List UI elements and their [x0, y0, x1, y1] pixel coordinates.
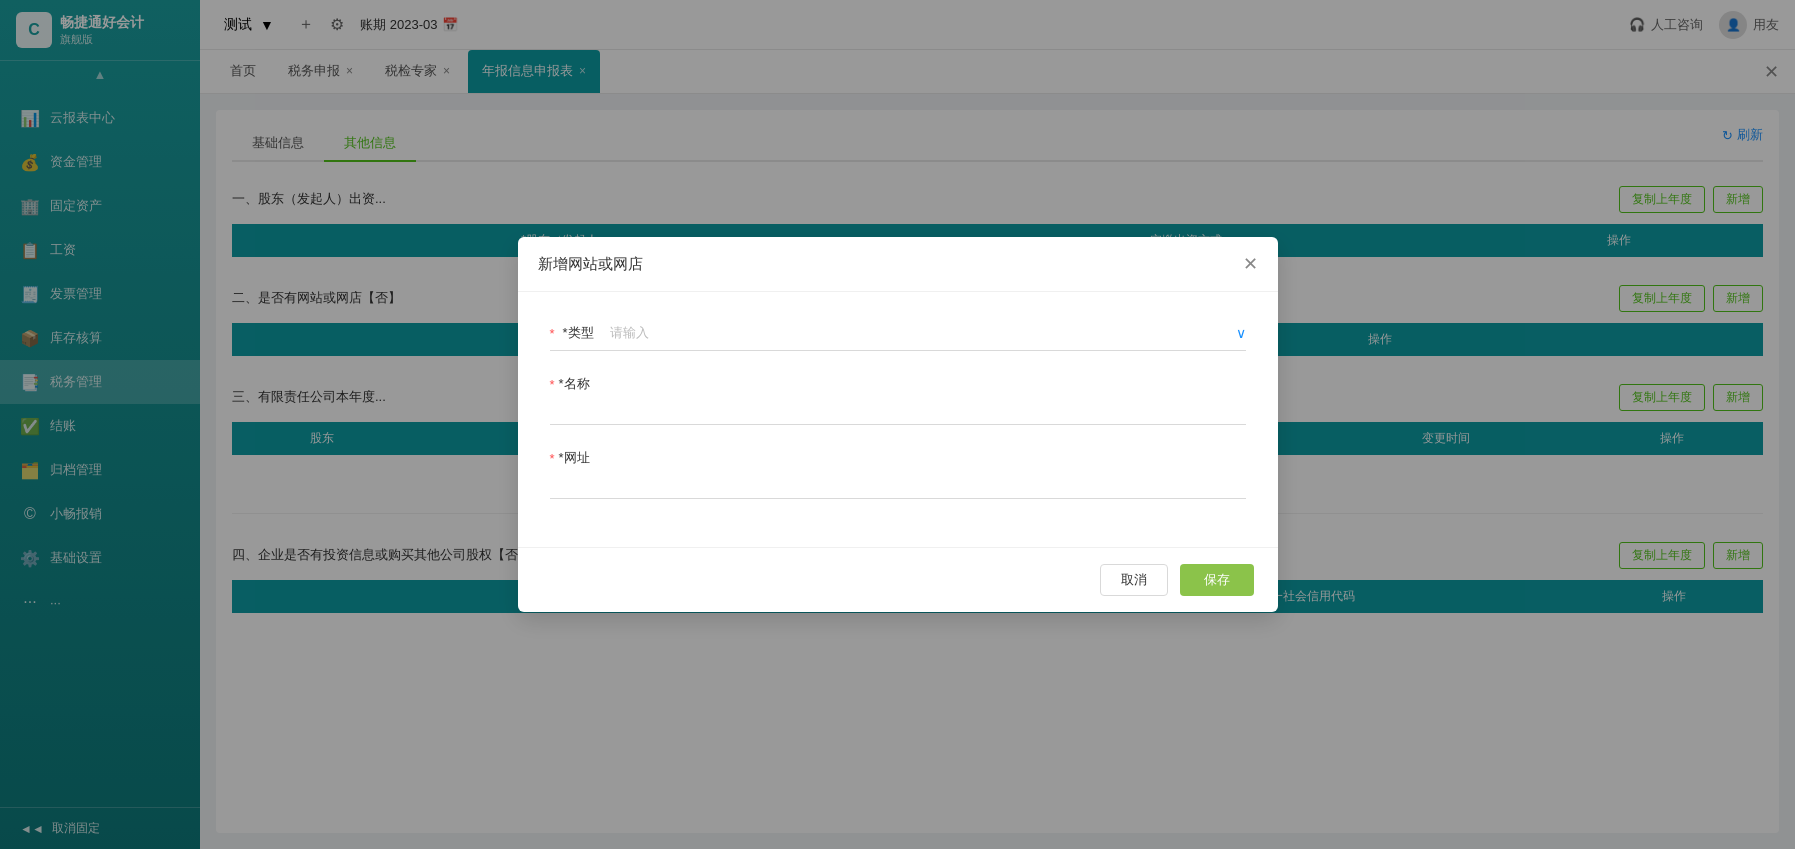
modal-header: 新增网站或网店 ✕ — [518, 237, 1278, 292]
type-field-row: * *类型 请输入 ∨ — [550, 324, 1246, 351]
url-field-row: * *网址 — [550, 449, 1246, 499]
url-input[interactable] — [550, 475, 1246, 490]
name-input[interactable] — [550, 401, 1246, 416]
modal-title: 新增网站或网店 — [538, 255, 643, 274]
type-label: * — [550, 326, 555, 341]
name-required-mark: * — [550, 377, 555, 392]
cancel-button[interactable]: 取消 — [1100, 564, 1168, 596]
type-label-text: *类型 — [563, 324, 594, 342]
url-input-row — [550, 475, 1246, 499]
select-arrow-icon: ∨ — [1236, 325, 1246, 341]
modal-dialog: 新增网站或网店 ✕ * *类型 请输入 ∨ * *名称 — [518, 237, 1278, 612]
url-label: *网址 — [559, 449, 590, 467]
name-field-row: * *名称 — [550, 375, 1246, 425]
type-placeholder: 请输入 — [610, 324, 649, 342]
name-label: *名称 — [559, 375, 590, 393]
name-input-row — [550, 401, 1246, 425]
type-label-group: * *类型 请输入 — [550, 324, 649, 342]
url-required-mark: * — [550, 451, 555, 466]
modal-close-icon[interactable]: ✕ — [1243, 253, 1258, 275]
modal-footer: 取消 保存 — [518, 547, 1278, 612]
save-button[interactable]: 保存 — [1180, 564, 1254, 596]
modal-overlay[interactable]: 新增网站或网店 ✕ * *类型 请输入 ∨ * *名称 — [0, 0, 1795, 849]
type-select[interactable]: * *类型 请输入 ∨ — [550, 324, 1246, 351]
modal-body: * *类型 请输入 ∨ * *名称 — [518, 292, 1278, 547]
